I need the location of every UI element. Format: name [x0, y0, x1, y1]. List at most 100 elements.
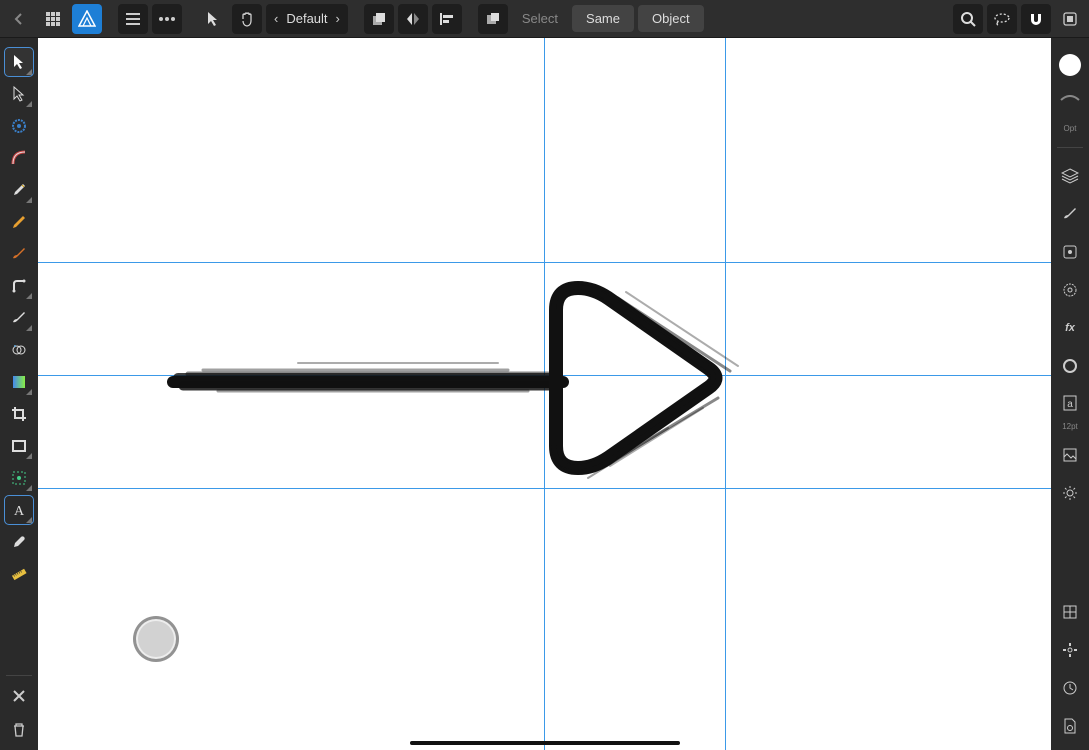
transform-panel[interactable]: [1056, 598, 1084, 626]
home-indicator[interactable]: [410, 741, 680, 745]
guide-horizontal[interactable]: [38, 375, 1051, 376]
preview-mode-button[interactable]: [987, 4, 1017, 34]
flip-button[interactable]: [398, 4, 428, 34]
assets-icon: [1062, 447, 1078, 463]
align-button[interactable]: [432, 4, 462, 34]
document-setup-icon: [1063, 718, 1077, 734]
persona-prev[interactable]: ‹: [274, 11, 278, 26]
quickmenu-icon: [1062, 11, 1078, 27]
more-menu-button[interactable]: [152, 4, 182, 34]
persona-label: Default: [286, 11, 327, 26]
move-tool[interactable]: [5, 48, 33, 76]
shape-builder-tool[interactable]: [5, 336, 33, 364]
same-button[interactable]: Same: [572, 5, 634, 32]
eyedropper-icon: [11, 534, 27, 550]
color-picker-tool[interactable]: [5, 528, 33, 556]
guide-vertical[interactable]: [544, 38, 545, 750]
snapping-button[interactable]: [1021, 4, 1051, 34]
stock-icon: [1062, 282, 1078, 298]
move-mode-button[interactable]: [198, 4, 228, 34]
character-panel[interactable]: a: [1056, 390, 1084, 418]
affinity-icon: [78, 10, 96, 28]
fx-icon: fx: [1065, 322, 1075, 334]
select-label: Select: [512, 11, 568, 26]
insert-target-button[interactable]: [478, 4, 508, 34]
right-panel-strip: Opt fx a 12pt: [1051, 38, 1089, 750]
touch-modifier-control[interactable]: [133, 616, 179, 662]
stock-panel[interactable]: [1056, 276, 1084, 304]
more-icon: [159, 17, 175, 21]
history-icon: [1062, 680, 1078, 696]
quickmenu-button[interactable]: [1055, 4, 1085, 34]
text-tool[interactable]: A: [5, 496, 33, 524]
character-icon: a: [1062, 395, 1078, 413]
navigator-panel[interactable]: [1056, 636, 1084, 664]
persona-next[interactable]: ›: [336, 11, 340, 26]
layers-panel[interactable]: [1056, 162, 1084, 190]
assets-panel[interactable]: [1056, 441, 1084, 469]
smart-selection-tool[interactable]: [5, 464, 33, 492]
brush-panel-icon: [1062, 206, 1078, 222]
guide-horizontal[interactable]: [38, 262, 1051, 263]
node-cursor-icon: [12, 86, 26, 102]
zoom-search-icon: [960, 11, 976, 27]
zoom-search-button[interactable]: [953, 4, 983, 34]
close-icon: [12, 689, 26, 703]
history-panel[interactable]: [1056, 674, 1084, 702]
settings-gear-icon: [1062, 485, 1078, 501]
gallery-button[interactable]: [38, 4, 68, 34]
lasso-preview-icon: [993, 12, 1011, 26]
guide-horizontal[interactable]: [38, 488, 1051, 489]
contour-tool[interactable]: [5, 144, 33, 172]
text-icon: A: [11, 502, 27, 518]
back-arrow-icon: [12, 12, 26, 26]
brushes-panel[interactable]: [1056, 200, 1084, 228]
node-tool[interactable]: [5, 80, 33, 108]
crop-icon: [11, 406, 27, 422]
layers-icon: [1061, 168, 1079, 184]
vector-brush-icon: [11, 246, 27, 262]
gradient-tool[interactable]: [5, 368, 33, 396]
point-transform-tool[interactable]: [5, 112, 33, 140]
shape-builder-icon: [11, 342, 27, 358]
arrange-button[interactable]: [364, 4, 394, 34]
pan-mode-button[interactable]: [232, 4, 262, 34]
measure-tool[interactable]: [5, 560, 33, 588]
top-toolbar: ‹ Default › Select Same Object: [0, 0, 1089, 38]
document-menu-button[interactable]: [118, 4, 148, 34]
canvas[interactable]: [38, 38, 1051, 750]
vector-brush-tool[interactable]: [5, 240, 33, 268]
delete-button[interactable]: [5, 716, 33, 744]
object-button[interactable]: Object: [638, 5, 704, 32]
opt-label: Opt: [1064, 124, 1077, 133]
app-persona-button[interactable]: [72, 4, 102, 34]
insert-icon: [485, 11, 501, 27]
stroke-icon: [1060, 95, 1080, 105]
pencil-icon: [11, 214, 27, 230]
fx-panel[interactable]: fx: [1056, 314, 1084, 342]
contour-icon: [11, 150, 27, 166]
swatches-panel[interactable]: [1056, 352, 1084, 380]
document-panel[interactable]: [1056, 712, 1084, 740]
crop-tool[interactable]: [5, 400, 33, 428]
rectangle-tool[interactable]: [5, 432, 33, 460]
color-well[interactable]: [1059, 54, 1081, 76]
grid-icon: [45, 11, 61, 27]
stroke-panel[interactable]: [1056, 86, 1084, 114]
settings-panel[interactable]: [1056, 479, 1084, 507]
left-tool-strip: A: [0, 38, 38, 750]
adjustments-panel[interactable]: [1056, 238, 1084, 266]
persona-dropdown[interactable]: ‹ Default ›: [266, 4, 348, 34]
hand-icon: [239, 11, 255, 27]
deselect-button[interactable]: [5, 682, 33, 710]
corner-tool[interactable]: [5, 272, 33, 300]
guide-vertical[interactable]: [725, 38, 726, 750]
pen-tool[interactable]: [5, 176, 33, 204]
back-button[interactable]: [4, 4, 34, 34]
paint-brush-icon: [11, 310, 27, 326]
paint-brush-tool[interactable]: [5, 304, 33, 332]
pencil-tool[interactable]: [5, 208, 33, 236]
font-size-label: 12pt: [1062, 422, 1078, 431]
svg-text:A: A: [14, 504, 25, 518]
hamburger-icon: [125, 12, 141, 26]
